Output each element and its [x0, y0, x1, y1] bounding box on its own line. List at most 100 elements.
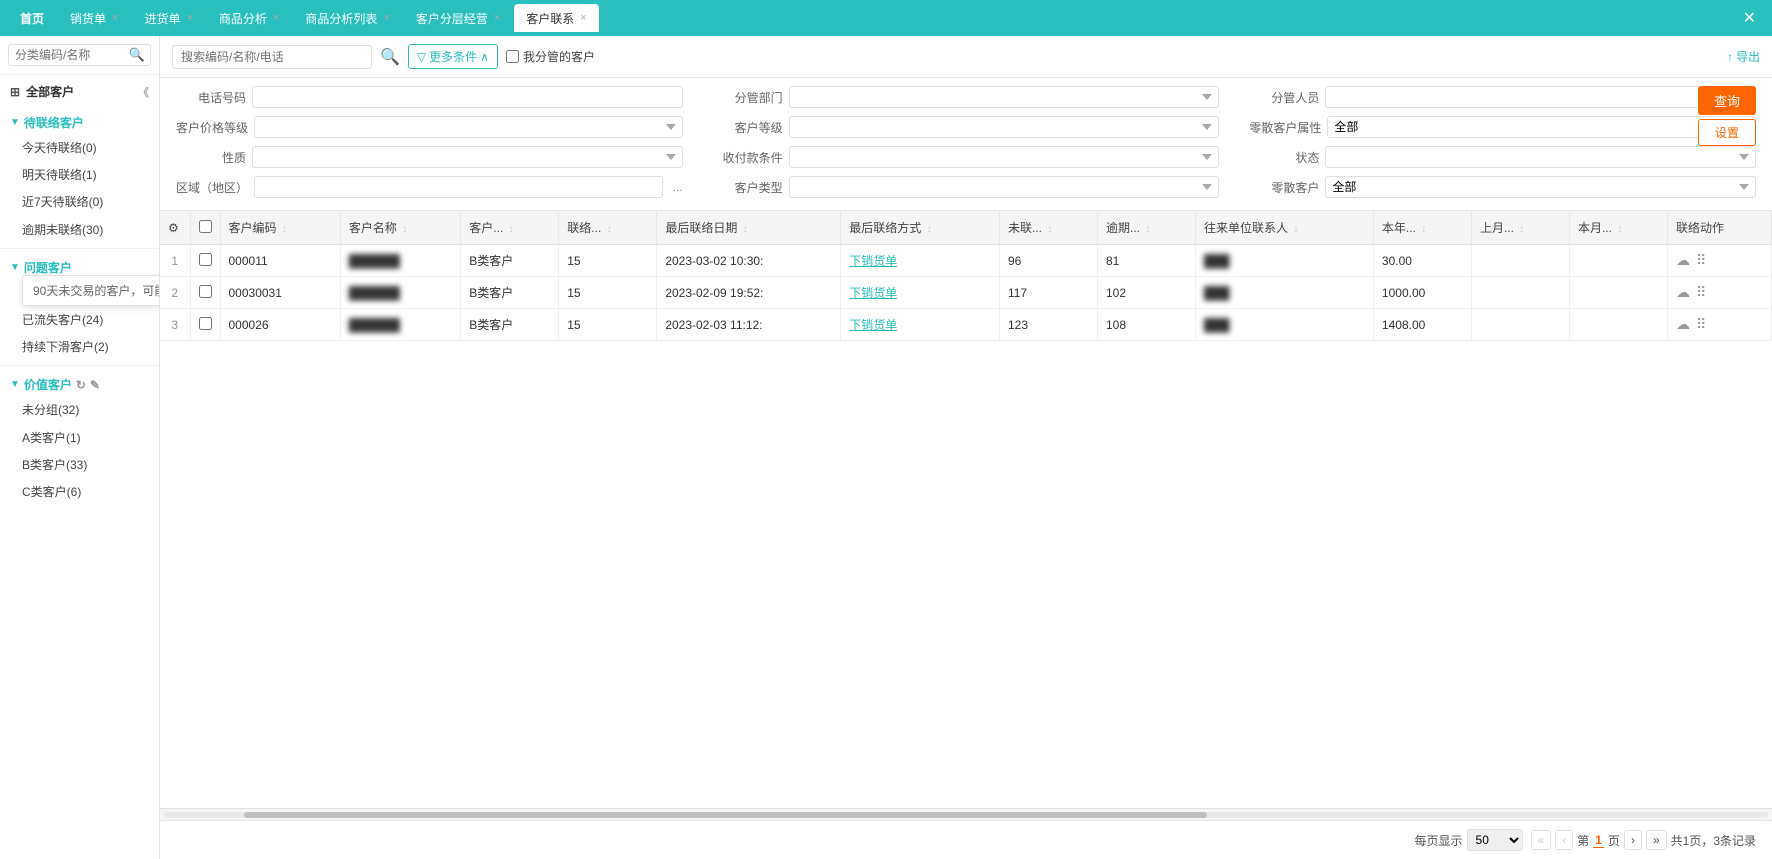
row-last-method[interactable]: 下销货单 — [841, 277, 1000, 309]
main-search-icon[interactable]: 🔍 — [380, 47, 400, 67]
action-more-icon[interactable]: ⠿ — [1696, 252, 1706, 269]
row-action: ☁ ⠿ — [1667, 277, 1771, 309]
tab-customer-contact[interactable]: 客户联系 × — [514, 4, 598, 32]
sort-method-icon[interactable]: ↕ — [927, 224, 932, 235]
th-checkbox[interactable] — [190, 211, 220, 245]
row-checkbox-cell[interactable] — [190, 309, 220, 341]
row-last-method[interactable]: 下销货单 — [841, 309, 1000, 341]
sidebar-section-value[interactable]: ▼ 价值客户 ↻ ✎ — [0, 370, 159, 397]
close-window-icon[interactable]: ✕ — [1735, 8, 1764, 28]
sidebar-item-declining[interactable]: 持续下滑客户(2) — [0, 334, 159, 361]
my-customer-checkbox[interactable] — [506, 50, 519, 63]
main-search-input[interactable] — [172, 45, 372, 69]
tab-purchase[interactable]: 进货单 × — [132, 4, 204, 32]
row-last-method[interactable]: 下销货单 — [841, 245, 1000, 277]
my-customer-checkbox-label[interactable]: 我分管的客户 — [506, 48, 595, 65]
more-filter-button[interactable]: ▽ 更多条件 ∧ — [408, 44, 498, 69]
next-page-button[interactable]: › — [1624, 830, 1642, 850]
prev-page-button[interactable]: ‹ — [1555, 830, 1573, 850]
tab-goods-analysis[interactable]: 商品分析 × — [207, 4, 291, 32]
sort-year-icon[interactable]: ↕ — [1421, 224, 1426, 235]
sort-name-icon[interactable]: ↕ — [402, 224, 407, 235]
action-more-icon[interactable]: ⠿ — [1696, 284, 1706, 301]
sidebar-item-overdue[interactable]: 逾期未联络(30) — [0, 217, 159, 244]
sidebar-item-a-class[interactable]: A类客户(1) — [0, 425, 159, 452]
action-chat-icon[interactable]: ☁ — [1676, 284, 1690, 301]
query-button[interactable]: 查询 — [1698, 86, 1756, 115]
row-checkbox[interactable] — [199, 285, 212, 298]
sidebar-item-ungrouped[interactable]: 未分组(32) — [0, 397, 159, 424]
sidebar-item-b-class[interactable]: B类客户(33) — [0, 452, 159, 479]
tab-goods-analysis-close[interactable]: × — [273, 12, 279, 24]
tab-customer-layer[interactable]: 客户分层经营 × — [404, 4, 512, 32]
sidebar-item-today[interactable]: 今天待联络(0) — [0, 135, 159, 162]
filter-payment-select[interactable] — [789, 146, 1220, 168]
sort-unit-icon[interactable]: ↕ — [1293, 224, 1298, 235]
tab-bar: 首页 销货单 × 进货单 × 商品分析 × 商品分析列表 × 客户分层经营 × … — [0, 0, 1772, 36]
sort-level-icon[interactable]: ↕ — [509, 224, 514, 235]
filter-status-select[interactable] — [1325, 146, 1756, 168]
sidebar-item-c-class[interactable]: C类客户(6) — [0, 479, 159, 506]
th-settings[interactable]: ⚙ — [160, 211, 190, 245]
sidebar-collapse-icon[interactable]: 《 — [138, 84, 149, 100]
tab-goods-list[interactable]: 商品分析列表 × — [293, 4, 401, 32]
action-chat-icon[interactable]: ☁ — [1676, 316, 1690, 333]
row-this-month — [1569, 277, 1667, 309]
method-link[interactable]: 下销货单 — [849, 254, 897, 268]
filter-person-input[interactable] — [1325, 86, 1736, 108]
filter-price-level-select[interactable] — [254, 116, 683, 138]
filter-row-2: 客户价格等级 客户等级 零散客户属性 全部 — [176, 116, 1756, 138]
page-label: 第 — [1577, 832, 1589, 849]
sort-code-icon[interactable]: ↕ — [282, 224, 287, 235]
row-checkbox[interactable] — [199, 317, 212, 330]
sidebar-section-pending[interactable]: ▼ 待联络客户 — [0, 108, 159, 135]
select-all-checkbox[interactable] — [199, 220, 212, 233]
value-edit-icon[interactable]: ✎ — [90, 378, 100, 392]
tab-sales-close[interactable]: × — [112, 12, 118, 24]
tab-sales[interactable]: 销货单 × — [58, 4, 130, 32]
first-page-button[interactable]: « — [1531, 830, 1552, 850]
filter-zero-attr-select[interactable]: 全部 — [1327, 116, 1756, 138]
tab-customer-layer-close[interactable]: × — [494, 12, 500, 24]
my-customer-label: 我分管的客户 — [523, 48, 595, 65]
last-page-button[interactable]: » — [1646, 830, 1667, 850]
sort-nocontact-icon[interactable]: ↕ — [1047, 224, 1052, 235]
scrollbar-thumb[interactable] — [244, 812, 1206, 818]
action-chat-icon[interactable]: ☁ — [1676, 252, 1690, 269]
tab-customer-contact-close[interactable]: × — [580, 12, 586, 24]
per-page-select[interactable]: 50 — [1467, 829, 1523, 851]
row-checkbox-cell[interactable] — [190, 277, 220, 309]
sidebar-item-churned[interactable]: 已流失客户(24) — [0, 307, 159, 334]
filter-customer-type-select[interactable] — [789, 176, 1220, 198]
filter-region-input[interactable] — [254, 176, 663, 198]
row-checkbox[interactable] — [199, 253, 212, 266]
sort-thismonth-icon[interactable]: ↕ — [1617, 224, 1622, 235]
settings-button[interactable]: 设置 — [1698, 119, 1756, 146]
sort-lastmonth-icon[interactable]: ↕ — [1519, 224, 1524, 235]
method-link[interactable]: 下销货单 — [849, 286, 897, 300]
tab-goods-list-close[interactable]: × — [383, 12, 389, 24]
filter-zero-customer-select[interactable]: 全部 — [1325, 176, 1756, 198]
action-more-icon[interactable]: ⠿ — [1696, 316, 1706, 333]
row-contact-count: 15 — [559, 277, 657, 309]
row-checkbox-cell[interactable] — [190, 245, 220, 277]
sidebar-item-tomorrow[interactable]: 明天待联络(1) — [0, 162, 159, 189]
export-button[interactable]: ↑ 导出 — [1727, 48, 1760, 65]
tab-purchase-close[interactable]: × — [186, 12, 192, 24]
tab-home[interactable]: 首页 — [8, 4, 56, 32]
sidebar-item-7days[interactable]: 近7天待联络(0) — [0, 189, 159, 216]
sort-date-icon[interactable]: ↕ — [743, 224, 748, 235]
total-info: 共1页，3条记录 — [1671, 832, 1756, 849]
sidebar-all-customers[interactable]: ⊞ 全部客户 《 — [0, 75, 159, 108]
filter-customer-level-select[interactable] — [789, 116, 1220, 138]
filter-customer-level-label: 客户等级 — [713, 119, 783, 136]
filter-nature-select[interactable] — [252, 146, 683, 168]
sort-overdue-icon[interactable]: ↕ — [1145, 224, 1150, 235]
value-refresh-icon[interactable]: ↻ — [76, 378, 86, 392]
filter-dept-select[interactable] — [789, 86, 1220, 108]
filter-region-ellipsis[interactable]: ... — [673, 180, 683, 194]
sort-contact-icon[interactable]: ↕ — [607, 224, 612, 235]
horizontal-scrollbar[interactable] — [160, 808, 1772, 820]
method-link[interactable]: 下销货单 — [849, 318, 897, 332]
filter-phone-input[interactable] — [252, 86, 683, 108]
